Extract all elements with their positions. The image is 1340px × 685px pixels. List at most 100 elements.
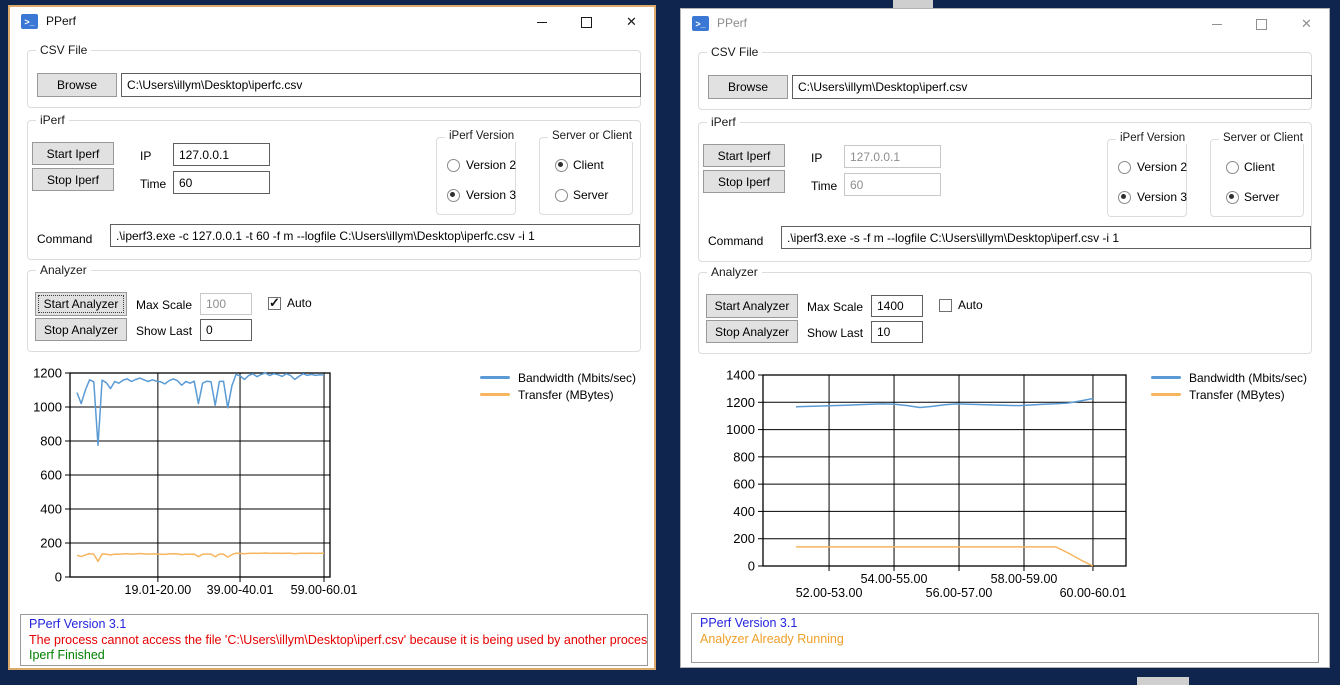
powershell-app-icon: >_ — [692, 16, 709, 31]
stop-iperf-button[interactable]: Stop Iperf — [703, 170, 785, 193]
command-input[interactable] — [781, 226, 1311, 249]
svg-text:39.00-40.01: 39.00-40.01 — [207, 583, 274, 597]
window-title: PPerf — [717, 16, 748, 30]
version2-label[interactable]: Version 2 — [1137, 160, 1187, 174]
csv-file-group-label: CSV File — [36, 43, 92, 57]
svg-text:59.00-60.01: 59.00-60.01 — [291, 583, 358, 597]
time-input[interactable] — [173, 171, 270, 194]
status-line: The process cannot access the file 'C:\U… — [29, 632, 648, 647]
transfer-legend-label: Transfer (MBytes) — [518, 387, 614, 402]
svg-text:400: 400 — [40, 502, 62, 517]
close-button[interactable]: ✕ — [609, 7, 654, 37]
svg-text:60.00-60.01: 60.00-60.01 — [1060, 586, 1127, 600]
powershell-app-icon: >_ — [21, 14, 38, 29]
pperf-window-server: >_ PPerf ✕ CSV File Browse iPerf Start I… — [680, 8, 1330, 668]
csv-path-input[interactable] — [121, 73, 641, 97]
command-input[interactable] — [110, 224, 640, 247]
iperf-group-label: iPerf — [36, 113, 69, 127]
iperf-version-group-label: iPerf Version — [1116, 132, 1190, 144]
server-client-group: Server or Client — [539, 130, 636, 215]
svg-text:600: 600 — [40, 468, 62, 483]
maximize-button[interactable] — [1239, 9, 1284, 39]
iperf-version-group-label: iPerf Version — [445, 130, 519, 142]
server-radio[interactable] — [1226, 191, 1239, 204]
version2-radio[interactable] — [447, 159, 460, 172]
chart-legend: Bandwidth (Mbits/sec) Transfer (MBytes) — [480, 369, 636, 403]
client-radio[interactable] — [1226, 161, 1239, 174]
csv-path-input[interactable] — [792, 75, 1312, 99]
max-scale-input[interactable] — [871, 295, 923, 317]
stop-iperf-button[interactable]: Stop Iperf — [32, 168, 114, 191]
stop-analyzer-button[interactable]: Stop Analyzer — [35, 318, 127, 341]
svg-text:58.00-59.00: 58.00-59.00 — [991, 572, 1058, 586]
background-window-fragment-bottom — [1137, 677, 1189, 685]
ip-label: IP — [811, 151, 823, 165]
titlebar[interactable]: >_ PPerf ✕ — [10, 7, 654, 37]
max-scale-input[interactable] — [200, 293, 252, 315]
auto-checkbox[interactable] — [268, 295, 281, 311]
browse-button[interactable]: Browse — [37, 73, 117, 97]
svg-text:52.00-53.00: 52.00-53.00 — [796, 586, 863, 600]
svg-text:200: 200 — [40, 536, 62, 551]
iperf-group-label: iPerf — [707, 115, 740, 129]
show-last-label: Show Last — [807, 326, 864, 340]
version3-label[interactable]: Version 3 — [466, 188, 516, 202]
start-iperf-button[interactable]: Start Iperf — [703, 144, 785, 167]
ip-input[interactable] — [844, 145, 941, 168]
server-radio[interactable] — [555, 189, 568, 202]
client-label[interactable]: Client — [1244, 160, 1275, 174]
maximize-icon — [581, 16, 592, 28]
desktop: >_ PPerf ✕ CSV File Browse iPerf Start I… — [0, 0, 1340, 685]
analyzer-group-label: Analyzer — [36, 263, 91, 277]
svg-text:1200: 1200 — [33, 366, 62, 381]
start-iperf-button[interactable]: Start Iperf — [32, 142, 114, 165]
bandwidth-chart: 0 200 400 600 800 1000 1200 1400 52.00-53.00 54.0… — [681, 359, 1331, 609]
svg-text:1400: 1400 — [726, 368, 755, 383]
auto-label[interactable]: Auto — [287, 296, 312, 310]
transfer-legend-label: Transfer (MBytes) — [1189, 387, 1285, 402]
server-label[interactable]: Server — [573, 188, 608, 202]
version3-radio[interactable] — [1118, 191, 1131, 204]
server-client-group-label: Server or Client — [548, 130, 636, 142]
auto-label[interactable]: Auto — [958, 298, 983, 312]
bandwidth-legend-label: Bandwidth (Mbits/sec) — [1189, 370, 1308, 385]
minimize-button[interactable] — [519, 7, 564, 37]
version3-radio[interactable] — [447, 189, 460, 202]
transfer-legend-swatch — [1151, 393, 1181, 396]
svg-text:19.01-20.00: 19.01-20.00 — [125, 583, 192, 597]
start-analyzer-button[interactable]: Start Analyzer — [706, 294, 798, 318]
minimize-button[interactable] — [1194, 9, 1239, 39]
auto-checkbox[interactable] — [939, 299, 952, 312]
ip-input[interactable] — [173, 143, 270, 166]
browse-button[interactable]: Browse — [708, 75, 788, 99]
minimize-icon — [536, 21, 547, 23]
version2-radio[interactable] — [1118, 161, 1131, 174]
svg-text:1000: 1000 — [726, 422, 755, 437]
minimize-icon — [1211, 23, 1222, 25]
time-label: Time — [140, 177, 167, 191]
start-analyzer-button[interactable]: Start Analyzer — [35, 292, 127, 316]
transfer-legend-swatch — [480, 393, 510, 396]
version2-label[interactable]: Version 2 — [466, 158, 516, 172]
time-input[interactable] — [844, 173, 941, 196]
stop-analyzer-button[interactable]: Stop Analyzer — [706, 320, 798, 343]
server-client-group-label: Server or Client — [1219, 132, 1307, 144]
status-box: PPerf Version 3.1 The process cannot acce… — [20, 614, 648, 666]
command-label: Command — [37, 232, 93, 246]
maximize-button[interactable] — [564, 7, 609, 37]
titlebar[interactable]: >_ PPerf ✕ — [681, 9, 1329, 39]
close-button[interactable]: ✕ — [1284, 9, 1329, 39]
svg-text:54.00-55.00: 54.00-55.00 — [861, 572, 928, 586]
client-label[interactable]: Client — [573, 158, 604, 172]
svg-text:0: 0 — [748, 559, 755, 574]
chart-legend: Bandwidth (Mbits/sec) Transfer (MBytes) — [1151, 369, 1307, 403]
show-last-input[interactable] — [871, 321, 923, 343]
svg-text:1200: 1200 — [726, 395, 755, 410]
client-radio[interactable] — [555, 159, 568, 172]
show-last-input[interactable] — [200, 319, 252, 341]
version3-label[interactable]: Version 3 — [1137, 190, 1187, 204]
status-box: PPerf Version 3.1 Analyzer Already Runnin… — [691, 613, 1319, 663]
server-label[interactable]: Server — [1244, 190, 1279, 204]
svg-text:1000: 1000 — [33, 400, 62, 415]
time-label: Time — [811, 179, 838, 193]
